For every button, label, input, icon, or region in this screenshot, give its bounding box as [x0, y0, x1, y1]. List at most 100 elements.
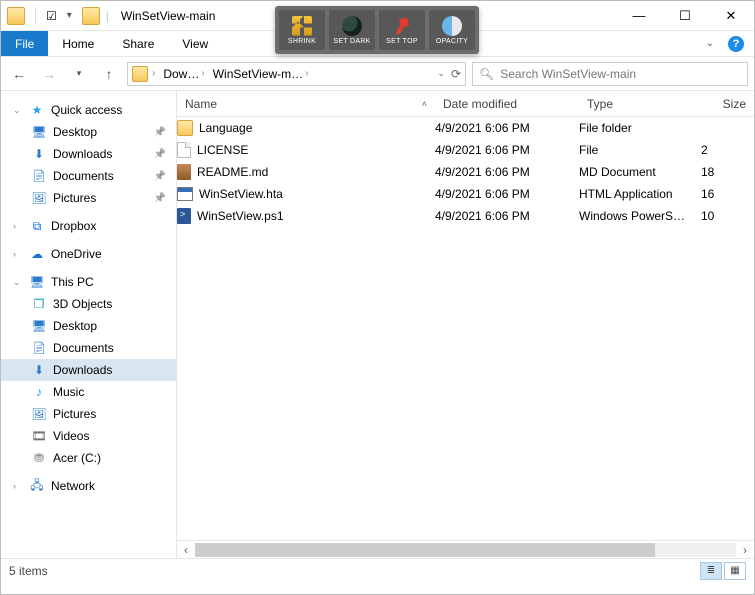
- star-icon: ★: [29, 102, 45, 118]
- nav-label: Music: [53, 385, 84, 399]
- opacity-button[interactable]: OPACITY: [429, 10, 475, 50]
- nav-this-pc[interactable]: ⌄🖥︎This PC: [1, 271, 176, 293]
- scroll-track[interactable]: [195, 543, 736, 557]
- nav-drive-c[interactable]: ⛃Acer (C:): [1, 447, 176, 469]
- nav-music[interactable]: ♪Music: [1, 381, 176, 403]
- nav-downloads-2[interactable]: ⬇Downloads: [1, 359, 176, 381]
- breadcrumb-seg1[interactable]: Dow…›: [159, 67, 208, 81]
- tab-view[interactable]: View: [168, 31, 222, 56]
- forward-button[interactable]: →: [37, 62, 61, 86]
- col-name[interactable]: Name ˄: [177, 97, 435, 111]
- navigation-pane[interactable]: ⌄★Quick access 🖥︎Desktop ⬇Downloads 📄︎Do…: [1, 91, 177, 558]
- search-input[interactable]: 🔍︎ Search WinSetView-main: [472, 62, 748, 86]
- nav-desktop[interactable]: 🖥︎Desktop: [1, 121, 176, 143]
- nav-label: OneDrive: [51, 247, 102, 261]
- folder-icon: [82, 7, 100, 25]
- file-size: 18: [701, 165, 754, 179]
- nav-label: 3D Objects: [53, 297, 112, 311]
- col-size[interactable]: Size: [701, 97, 754, 111]
- nav-network[interactable]: ›🖧︎Network: [1, 475, 176, 497]
- nav-label: Documents: [53, 169, 114, 183]
- nav-downloads[interactable]: ⬇Downloads: [1, 143, 176, 165]
- network-icon: 🖧︎: [29, 478, 45, 494]
- nav-documents[interactable]: 📄︎ Documents: [1, 165, 176, 187]
- scroll-left-arrow[interactable]: ‹: [177, 543, 195, 557]
- nav-quick-access[interactable]: ⌄★Quick access: [1, 99, 176, 121]
- nav-documents-2[interactable]: 📄︎Documents: [1, 337, 176, 359]
- details-view-button[interactable]: ≣: [700, 562, 722, 580]
- pictures-icon: 🖼︎: [31, 406, 47, 422]
- downloads-icon: ⬇: [31, 146, 47, 162]
- file-row[interactable]: WinSetView.ps1 4/9/2021 6:06 PM Windows …: [177, 205, 754, 227]
- back-button[interactable]: ←: [7, 62, 31, 86]
- horizontal-scrollbar[interactable]: ‹ ›: [177, 540, 754, 558]
- minimize-button[interactable]: —: [616, 1, 662, 31]
- folder-icon[interactable]: [7, 7, 25, 25]
- address-bar-row: ← → ▾ ↑ › Dow…› WinSetView-m…› ⌄ ⟳ 🔍︎ Se…: [1, 57, 754, 91]
- nav-label: Quick access: [51, 103, 122, 117]
- desktop-icon: 🖥︎: [31, 318, 47, 334]
- downloads-icon: ⬇: [31, 362, 47, 378]
- nav-desktop-2[interactable]: 🖥︎Desktop: [1, 315, 176, 337]
- opacity-label: OPACITY: [436, 38, 468, 45]
- dropbox-icon: ⧉: [29, 218, 45, 234]
- address-bar[interactable]: › Dow…› WinSetView-m…› ⌄ ⟳: [127, 62, 466, 86]
- col-type[interactable]: Type: [579, 97, 701, 111]
- maximize-button[interactable]: ☐: [662, 1, 708, 31]
- pc-icon: 🖥︎: [29, 274, 45, 290]
- file-list[interactable]: Language 4/9/2021 6:06 PM File folder LI…: [177, 117, 754, 540]
- col-label: Size: [723, 97, 746, 111]
- breadcrumb-label: WinSetView-m…: [213, 67, 303, 81]
- scroll-thumb[interactable]: [195, 543, 655, 557]
- set-top-button[interactable]: SET TOP: [379, 10, 425, 50]
- nav-pictures-2[interactable]: 🖼︎Pictures: [1, 403, 176, 425]
- nav-label: Documents: [53, 341, 114, 355]
- up-button[interactable]: ↑: [97, 62, 121, 86]
- file-type: MD Document: [579, 165, 701, 179]
- nav-pictures[interactable]: 🖼︎Pictures: [1, 187, 176, 209]
- documents-icon: 📄︎: [31, 168, 47, 184]
- breadcrumb-root-dropdown[interactable]: ›: [148, 68, 159, 79]
- column-headers: Name ˄ Date modified Type Size: [177, 91, 754, 117]
- scroll-right-arrow[interactable]: ›: [736, 543, 754, 557]
- overlay-toolbar: SHRINK SET DARK SET TOP OPACITY: [275, 6, 479, 54]
- nav-videos[interactable]: 🎞︎Videos: [1, 425, 176, 447]
- recent-locations-dropdown[interactable]: ▾: [67, 62, 91, 86]
- help-icon[interactable]: ?: [728, 36, 744, 52]
- nav-3d-objects[interactable]: ❒3D Objects: [1, 293, 176, 315]
- set-top-label: SET TOP: [386, 38, 418, 45]
- close-button[interactable]: ✕: [708, 1, 754, 31]
- tab-file[interactable]: File: [1, 31, 48, 56]
- file-row[interactable]: Language 4/9/2021 6:06 PM File folder: [177, 117, 754, 139]
- file-row[interactable]: WinSetView.hta 4/9/2021 6:06 PM HTML App…: [177, 183, 754, 205]
- nav-label: Desktop: [53, 125, 97, 139]
- col-label: Name: [185, 97, 217, 111]
- file-name: WinSetView.hta: [199, 187, 283, 201]
- file-row[interactable]: README.md 4/9/2021 6:06 PM MD Document 1…: [177, 161, 754, 183]
- qat-checkbox[interactable]: ☑: [46, 9, 57, 23]
- nav-onedrive[interactable]: ›☁OneDrive: [1, 243, 176, 265]
- qat-dropdown[interactable]: ▾: [63, 10, 76, 21]
- window-controls: — ☐ ✕: [616, 1, 754, 31]
- tab-share[interactable]: Share: [108, 31, 168, 56]
- cloud-icon: ☁: [29, 246, 45, 262]
- breadcrumb-label: Dow…: [163, 67, 199, 81]
- nav-label: This PC: [51, 275, 94, 289]
- shrink-button[interactable]: SHRINK: [279, 10, 325, 50]
- sort-indicator-icon: ˄: [422, 99, 427, 109]
- set-dark-button[interactable]: SET DARK: [329, 10, 375, 50]
- breadcrumb-seg2[interactable]: WinSetView-m…›: [209, 67, 313, 81]
- history-dropdown[interactable]: ⌄: [437, 68, 445, 79]
- file-date: 4/9/2021 6:06 PM: [435, 209, 579, 223]
- col-date[interactable]: Date modified: [435, 97, 579, 111]
- ribbon-collapse-toggle[interactable]: ⌄: [702, 38, 718, 49]
- nav-dropbox[interactable]: ›⧉Dropbox: [1, 215, 176, 237]
- file-size: 2: [701, 143, 754, 157]
- separator: [35, 7, 36, 25]
- file-row[interactable]: LICENSE 4/9/2021 6:06 PM File 2: [177, 139, 754, 161]
- thumbnails-view-button[interactable]: ▦: [724, 562, 746, 580]
- shrink-icon: [292, 16, 312, 36]
- refresh-button[interactable]: ⟳: [451, 67, 461, 81]
- search-placeholder: Search WinSetView-main: [500, 67, 636, 81]
- tab-home[interactable]: Home: [48, 31, 108, 56]
